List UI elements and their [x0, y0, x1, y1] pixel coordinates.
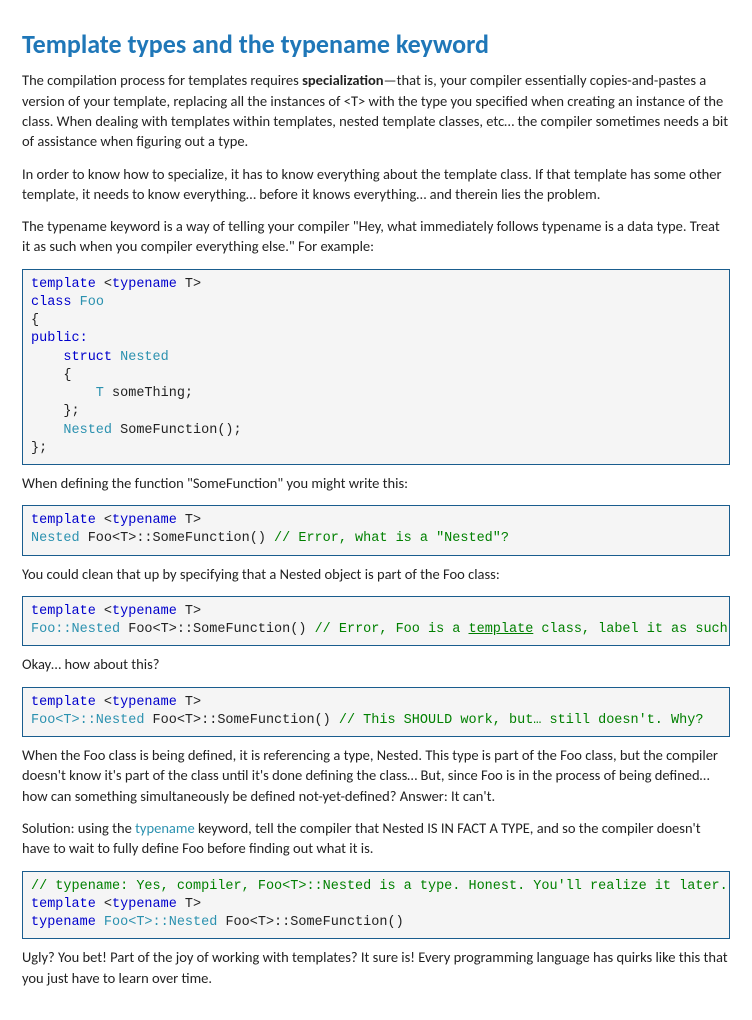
paragraph-problem: In order to know how to specialize, it h…	[22, 164, 730, 205]
paragraph-solution: Solution: using the typename keyword, te…	[22, 818, 730, 859]
page-title: Template types and the typename keyword	[22, 26, 730, 62]
paragraph-intro: The compilation process for templates re…	[22, 70, 730, 151]
paragraph-typename: The typename keyword is a way of telling…	[22, 216, 730, 257]
code-block-5: // typename: Yes, compiler, Foo<T>::Nest…	[22, 871, 730, 940]
code-block-4: template <typename T> Foo<T>::Nested Foo…	[22, 687, 730, 737]
code-block-1: template <typename T> class Foo { public…	[22, 269, 730, 465]
paragraph-okay: Okay… how about this?	[22, 654, 730, 674]
paragraph-explain: When the Foo class is being defined, it …	[22, 745, 730, 806]
paragraph-cleanup: You could clean that up by specifying th…	[22, 564, 730, 584]
code-block-3: template <typename T> Foo::Nested Foo<T>…	[22, 596, 730, 646]
paragraph-ugly: Ugly? You bet! Part of the joy of workin…	[22, 947, 730, 988]
paragraph-define: When defining the function "SomeFunction…	[22, 473, 730, 493]
code-block-2: template <typename T> Nested Foo<T>::Som…	[22, 505, 730, 555]
inline-keyword: typename	[135, 819, 195, 837]
